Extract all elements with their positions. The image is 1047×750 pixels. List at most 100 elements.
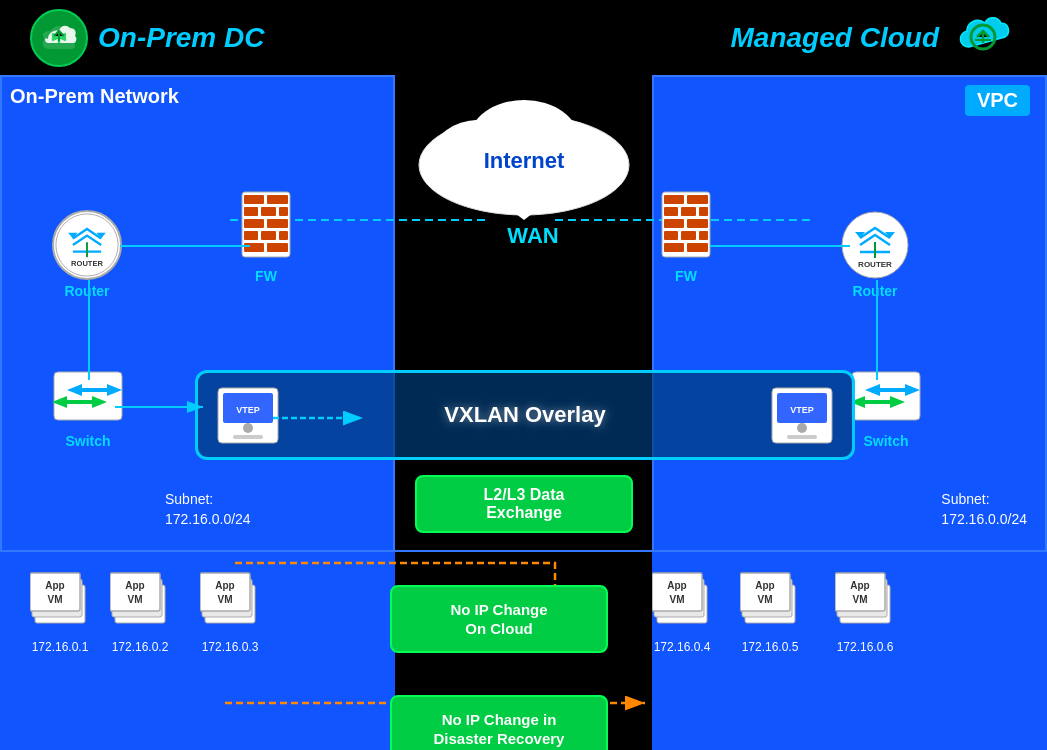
svg-rect-56	[787, 435, 817, 439]
vm-right-1-icon: App VM	[652, 565, 712, 630]
svg-point-55	[797, 423, 807, 433]
diagram-area: On-Prem Network VPC Internet WAN	[0, 75, 1047, 750]
left-router-switch-line	[88, 280, 90, 380]
svg-text:VM: VM	[853, 594, 868, 605]
header-left: On-Prem DC	[30, 9, 264, 67]
right-router-icon: ROUTER	[840, 210, 910, 280]
svg-text:App: App	[850, 580, 869, 591]
svg-rect-14	[267, 195, 288, 204]
vxlan-arrow-left	[273, 403, 373, 433]
vm-right-3-icon: App VM	[835, 565, 895, 630]
left-switch-label: Switch	[65, 433, 110, 449]
vm-left-1: App VM 172.16.0.1	[30, 565, 90, 654]
vxlan-box: VTEP VXLAN Overlay VTEP	[195, 370, 855, 460]
internet-cloud-svg: Internet	[388, 90, 660, 220]
svg-rect-15	[244, 207, 258, 216]
right-fw-router-line	[710, 245, 850, 247]
l2l3-box: L2/L3 DataExchange	[415, 475, 633, 533]
switch-vtep-arrow	[115, 395, 210, 420]
svg-rect-13	[244, 195, 264, 204]
svg-rect-82	[740, 573, 790, 611]
vxlan-label: VXLAN Overlay	[444, 402, 605, 428]
l2l3-label: L2/L3 DataExchange	[484, 486, 565, 522]
vm-right-3: App VM 172.16.0.6	[835, 565, 895, 654]
left-fw: FW	[240, 190, 292, 284]
no-ip-cloud-box: No IP ChangeOn Cloud	[390, 585, 608, 653]
svg-rect-36	[664, 231, 678, 240]
svg-rect-19	[267, 219, 288, 228]
right-vtep-icon: VTEP	[767, 383, 837, 448]
no-ip-dr-label: No IP Change inDisaster Recovery	[434, 710, 565, 749]
right-switch-icon	[850, 370, 922, 430]
main-container: On-Prem DC Managed Cloud On-Prem Network…	[0, 0, 1047, 750]
vm-left-1-icon: App VM	[30, 565, 90, 630]
svg-rect-87	[835, 573, 885, 611]
svg-rect-67	[110, 573, 160, 611]
svg-text:VM: VM	[758, 594, 773, 605]
left-router-fw-line	[120, 245, 250, 247]
left-panel-title: On-Prem Network	[10, 85, 179, 108]
left-switch: Switch	[52, 370, 124, 449]
svg-rect-17	[279, 207, 288, 216]
vm-right-2-icon: App VM	[740, 565, 800, 630]
svg-text:App: App	[755, 580, 774, 591]
svg-rect-35	[687, 219, 708, 228]
vm-left-2-ip: 172.16.0.2	[112, 640, 169, 654]
vm-right-1: App VM 172.16.0.4	[652, 565, 712, 654]
vm-left-1-ip: 172.16.0.1	[32, 640, 89, 654]
left-fw-label: FW	[255, 268, 277, 284]
right-fw-icon	[660, 190, 712, 265]
right-router-switch-line	[876, 280, 878, 380]
no-ip-cloud-label: No IP ChangeOn Cloud	[450, 600, 547, 639]
svg-rect-40	[687, 243, 708, 252]
svg-rect-31	[664, 207, 678, 216]
svg-text:VTEP: VTEP	[236, 405, 260, 415]
svg-text:App: App	[125, 580, 144, 591]
svg-text:App: App	[667, 580, 686, 591]
svg-rect-37	[681, 231, 696, 240]
vm-right-3-ip: 172.16.0.6	[837, 640, 894, 654]
svg-text:VTEP: VTEP	[790, 405, 814, 415]
svg-point-48	[243, 423, 253, 433]
cloud-logo	[949, 9, 1017, 67]
svg-rect-49	[233, 435, 263, 439]
left-router: ROUTER Router	[52, 210, 122, 299]
svg-rect-32	[681, 207, 696, 216]
onprem-title: On-Prem DC	[98, 22, 264, 54]
vm-right-2-ip: 172.16.0.5	[742, 640, 799, 654]
svg-rect-16	[261, 207, 276, 216]
left-router-label: Router	[64, 283, 109, 299]
cloud-title: Managed Cloud	[731, 22, 939, 54]
svg-rect-34	[664, 219, 684, 228]
svg-text:VM: VM	[670, 594, 685, 605]
svg-rect-77	[652, 573, 702, 611]
left-router-icon: ROUTER	[54, 210, 120, 280]
svg-rect-21	[261, 231, 276, 240]
svg-text:VM: VM	[128, 594, 143, 605]
svg-rect-22	[279, 231, 288, 240]
svg-text:ROUTER: ROUTER	[71, 259, 103, 268]
svg-rect-38	[699, 231, 708, 240]
svg-text:App: App	[45, 580, 64, 591]
vm-right-2: App VM 172.16.0.5	[740, 565, 800, 654]
right-fw-label: FW	[675, 268, 697, 284]
svg-rect-20	[244, 231, 258, 240]
right-fw: FW	[660, 190, 712, 284]
svg-rect-30	[687, 195, 708, 204]
vm-left-2-icon: App VM	[110, 565, 170, 630]
left-fw-icon	[240, 190, 292, 265]
svg-rect-29	[664, 195, 684, 204]
svg-text:ROUTER: ROUTER	[858, 260, 892, 269]
right-switch: Switch	[850, 370, 922, 449]
no-ip-dr-box: No IP Change inDisaster Recovery	[390, 695, 608, 750]
vm-left-2: App VM 172.16.0.2	[110, 565, 170, 654]
header-right: Managed Cloud	[731, 9, 1017, 67]
svg-rect-39	[664, 243, 684, 252]
svg-rect-33	[699, 207, 708, 216]
svg-rect-62	[30, 573, 80, 611]
vm-left-3-ip: 172.16.0.3	[202, 640, 259, 654]
svg-rect-44	[852, 372, 920, 420]
left-subnet: Subnet: 172.16.0.0/24	[165, 490, 251, 529]
svg-rect-18	[244, 219, 264, 228]
svg-text:VM: VM	[48, 594, 63, 605]
